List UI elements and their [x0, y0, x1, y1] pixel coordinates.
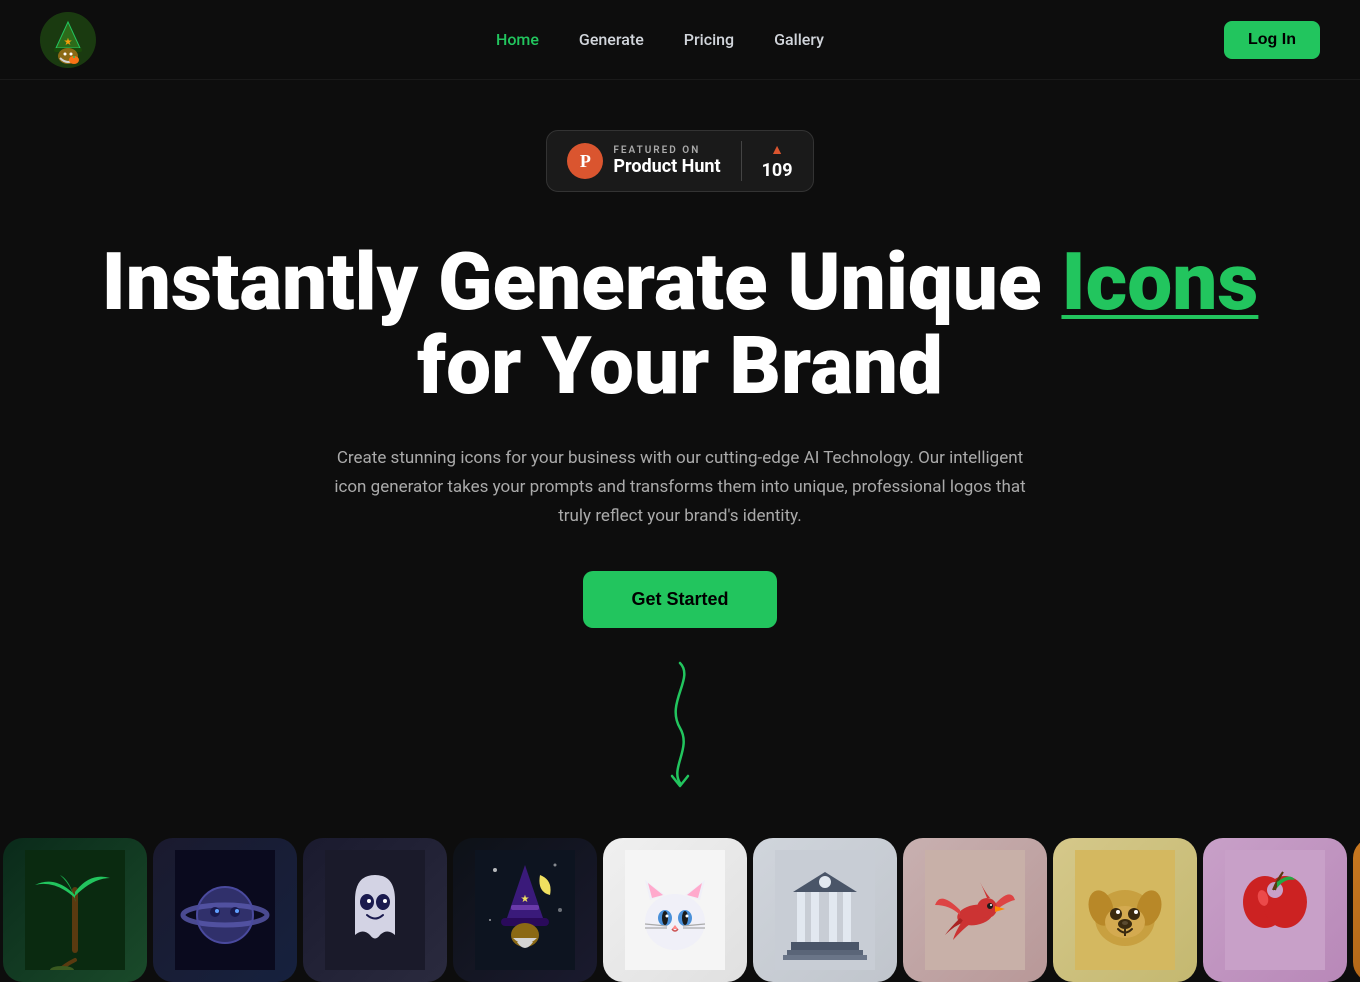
hero-subtitle: Create stunning icons for your business … [330, 444, 1030, 531]
logo-image: ★ [40, 12, 96, 68]
svg-text:★: ★ [521, 894, 530, 905]
hero-heading-highlight: Icons [1061, 235, 1258, 329]
nav-link-pricing[interactable]: Pricing [684, 30, 734, 49]
icon-card-wizard: ★ [453, 838, 597, 982]
get-started-button[interactable]: Get Started [583, 571, 776, 628]
icon-card-ghost [303, 838, 447, 982]
nav-link-home[interactable]: Home [496, 30, 539, 49]
nav-item-home[interactable]: Home [496, 30, 539, 49]
cat-icon [603, 838, 747, 982]
ph-text: FEATURED ON Product Hunt [613, 145, 720, 177]
product-hunt-badge[interactable]: P FEATURED ON Product Hunt ▲ 109 [546, 130, 813, 192]
dog-icon [1053, 838, 1197, 982]
icon-card-alien [153, 838, 297, 982]
nav-item-generate[interactable]: Generate [579, 30, 644, 49]
ph-product-name: Product Hunt [613, 156, 720, 177]
ph-vote-count: 109 [762, 160, 793, 181]
ph-divider [741, 141, 742, 181]
icon-row: ★ [0, 838, 1360, 982]
login-button[interactable]: Log In [1224, 21, 1320, 59]
decorative-arrow [650, 658, 710, 788]
logo[interactable]: ★ [40, 12, 96, 68]
hero-heading-before: Instantly Generate Unique [102, 235, 1062, 329]
icon-card-bird [903, 838, 1047, 982]
nav-item-gallery[interactable]: Gallery [774, 30, 824, 49]
hero-section: P FEATURED ON Product Hunt ▲ 109 Instant… [0, 80, 1360, 828]
alien-icon [153, 838, 297, 982]
navbar: ★ Home Generate Pri [0, 0, 1360, 80]
pumpkin-icon [1353, 838, 1360, 982]
nav-links: Home Generate Pricing Gallery [496, 30, 824, 49]
icon-card-bank [753, 838, 897, 982]
palm-icon [3, 838, 147, 982]
apple-icon [1203, 838, 1347, 982]
wizard2-icon: ★ [453, 838, 597, 982]
hero-heading: Instantly Generate Unique Icons for Your… [80, 240, 1280, 408]
nav-link-generate[interactable]: Generate [579, 30, 644, 49]
svg-text:★: ★ [64, 37, 73, 48]
ph-votes: ▲ 109 [762, 141, 793, 181]
icon-card-apple [1203, 838, 1347, 982]
ph-logo: P [567, 143, 603, 179]
hero-heading-after: for Your Brand [417, 319, 943, 413]
icon-card-cat [603, 838, 747, 982]
icon-card-pumpkin [1353, 838, 1360, 982]
nav-link-gallery[interactable]: Gallery [774, 30, 824, 49]
ph-upvote-icon: ▲ [770, 141, 784, 158]
ph-featured-label: FEATURED ON [613, 145, 700, 156]
icon-card-palm [3, 838, 147, 982]
nav-item-pricing[interactable]: Pricing [684, 30, 734, 49]
ghost-icon [303, 838, 447, 982]
icon-card-dog [1053, 838, 1197, 982]
bank-icon [753, 838, 897, 982]
bird-icon [903, 838, 1047, 982]
